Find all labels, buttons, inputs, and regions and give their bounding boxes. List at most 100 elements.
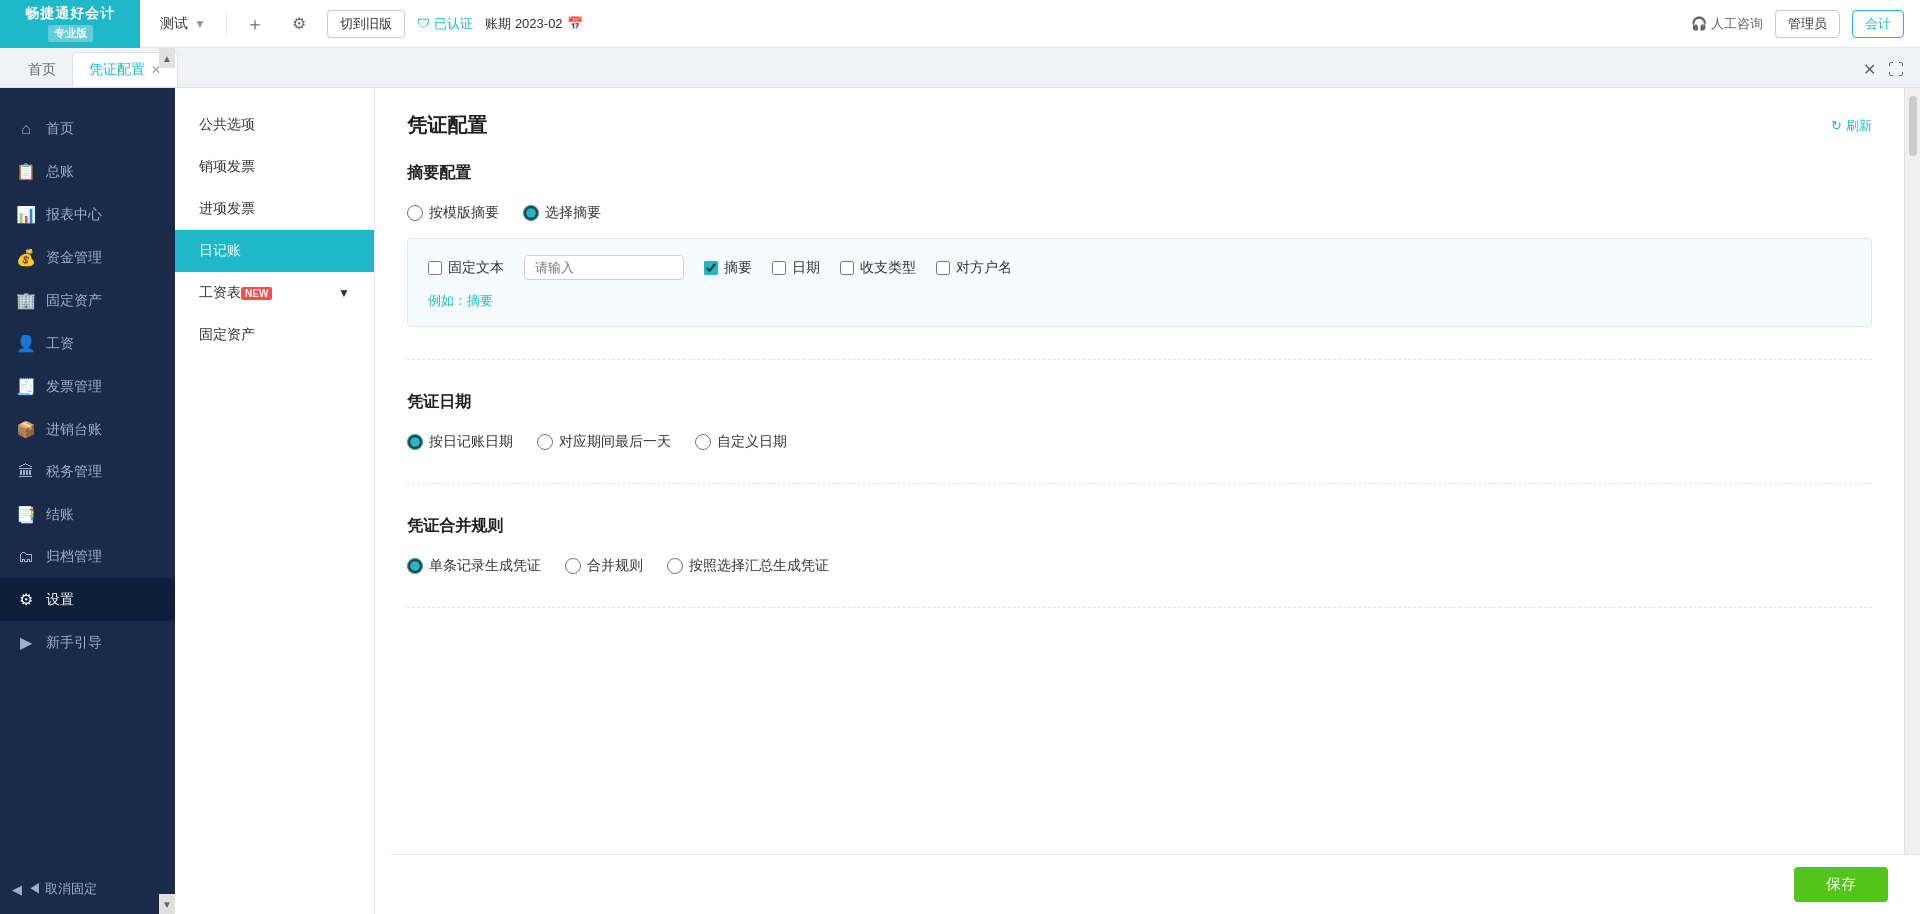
abstract-checkbox[interactable] xyxy=(704,261,718,275)
select-summary-option[interactable]: 按照选择汇总生成凭证 xyxy=(667,557,829,575)
fixed-text-checkbox[interactable] xyxy=(428,261,442,275)
save-button[interactable]: 保存 xyxy=(1794,867,1888,902)
period-last-option[interactable]: 对应期间最后一天 xyxy=(537,433,671,451)
page-container: 公共选项 销项发票 进项发票 日记账 工资表 NEW ▼ 固定资产 凭证 xyxy=(175,88,1920,914)
project-name: 测试 xyxy=(160,15,188,33)
scroll-thumb[interactable] xyxy=(1909,96,1917,156)
left-nav-journal-label: 日记账 xyxy=(199,242,241,258)
left-nav-purchase-invoice-label: 进项发票 xyxy=(199,200,255,216)
close-icon[interactable]: ✕ xyxy=(1859,56,1880,83)
sidebar-item-salary[interactable]: 👤 工资 xyxy=(0,322,175,365)
guide-icon: ▶ xyxy=(16,633,36,652)
abstract-select-option[interactable]: 选择摘要 xyxy=(523,204,601,222)
left-nav-fixed-assets[interactable]: 固定资产 xyxy=(175,314,374,356)
right-scrollbar[interactable] xyxy=(1904,88,1920,914)
sidebar-scroll-down[interactable]: ▼ xyxy=(159,894,175,914)
sidebar-item-invoice[interactable]: 🧾 发票管理 xyxy=(0,365,175,408)
sidebar-item-asset[interactable]: 🏢 固定资产 xyxy=(0,279,175,322)
payment-type-checkbox[interactable] xyxy=(840,261,854,275)
custom-date-option[interactable]: 自定义日期 xyxy=(695,433,787,451)
sidebar-item-ledger[interactable]: 📋 总账 xyxy=(0,150,175,193)
topbar: 畅捷通好会计 专业版 测试 ▼ ＋ ⚙ 切到旧版 🛡 已认证 账期 2023-0… xyxy=(0,0,1920,48)
certified-label: 已认证 xyxy=(434,15,473,33)
switch-version-button[interactable]: 切到旧版 xyxy=(327,10,405,38)
abstract-template-radio[interactable] xyxy=(407,205,423,221)
left-nav-purchase-invoice[interactable]: 进项发票 xyxy=(175,188,374,230)
example-text: 例如：摘要 xyxy=(428,292,1851,310)
tab-voucher-config-label: 凭证配置 xyxy=(89,61,145,79)
merge-section-title: 凭证合并规则 xyxy=(407,516,1872,537)
fixed-text-input[interactable] xyxy=(524,255,684,280)
date-checkbox-item[interactable]: 日期 xyxy=(772,259,820,277)
sidebar-item-report[interactable]: 📊 报表中心 xyxy=(0,193,175,236)
consult-button[interactable]: 🎧 人工咨询 xyxy=(1691,15,1763,33)
sidebar-item-fund[interactable]: 💰 资金管理 xyxy=(0,236,175,279)
sidebar-item-tax-label: 税务管理 xyxy=(46,463,102,481)
sidebar-item-guide[interactable]: ▶ 新手引导 xyxy=(0,621,175,664)
merge-rule-radio[interactable] xyxy=(565,558,581,574)
payment-type-checkbox-label: 收支类型 xyxy=(860,259,916,277)
counterpart-checkbox[interactable] xyxy=(936,261,950,275)
abstract-select-radio[interactable] xyxy=(523,205,539,221)
sidebar-item-home[interactable]: ⌂ 首页 xyxy=(0,108,175,150)
example-prefix: 例如： xyxy=(428,293,467,308)
sidebar-item-ledger-label: 总账 xyxy=(46,163,74,181)
left-nav-sales-invoice[interactable]: 销项发票 xyxy=(175,146,374,188)
single-voucher-radio[interactable] xyxy=(407,558,423,574)
user-button[interactable]: 管理员 xyxy=(1775,10,1840,38)
date-section-title: 凭证日期 xyxy=(407,392,1872,413)
fullscreen-icon[interactable]: ⛶ xyxy=(1884,57,1908,83)
settings-icon[interactable]: ⚙ xyxy=(283,8,315,40)
sidebar-item-settings[interactable]: ⚙ 设置 xyxy=(0,578,175,621)
ledger-icon: 📋 xyxy=(16,162,36,181)
calendar-icon[interactable]: 📅 xyxy=(567,16,583,31)
abstract-template-option[interactable]: 按模版摘要 xyxy=(407,204,499,222)
abstract-section-title: 摘要配置 xyxy=(407,163,1872,184)
add-button[interactable]: ＋ xyxy=(239,8,271,40)
single-voucher-option[interactable]: 单条记录生成凭证 xyxy=(407,557,541,575)
fund-icon: 💰 xyxy=(16,248,36,267)
select-summary-label: 按照选择汇总生成凭证 xyxy=(689,557,829,575)
sidebar-item-archive[interactable]: 🗂 归档管理 xyxy=(0,536,175,578)
abstract-template-label: 按模版摘要 xyxy=(429,204,499,222)
dropdown-icon: ▼ xyxy=(194,17,206,31)
main-layout: ▲ ⌂ 首页 📋 总账 📊 报表中心 💰 资金管理 🏢 固定资产 👤 工资 xyxy=(0,88,1920,914)
period-info: 账期 2023-02 📅 xyxy=(485,15,583,33)
journal-date-option[interactable]: 按日记账日期 xyxy=(407,433,513,451)
merge-rule-option[interactable]: 合并规则 xyxy=(565,557,643,575)
fixed-text-checkbox-item[interactable]: 固定文本 xyxy=(428,259,504,277)
sidebar-item-tax[interactable]: 🏛 税务管理 xyxy=(0,451,175,493)
sidebar-item-salary-label: 工资 xyxy=(46,335,74,353)
report-icon: 📊 xyxy=(16,205,36,224)
period-last-radio[interactable] xyxy=(537,434,553,450)
custom-date-radio[interactable] xyxy=(695,434,711,450)
project-selector[interactable]: 测试 ▼ xyxy=(152,11,214,37)
left-nav-public[interactable]: 公共选项 xyxy=(175,104,374,146)
sidebar-item-settle[interactable]: 📑 结账 xyxy=(0,493,175,536)
shield-icon: 🛡 xyxy=(417,16,430,31)
accountant-button[interactable]: 会计 xyxy=(1852,10,1904,38)
left-nav-payroll[interactable]: 工资表 NEW ▼ xyxy=(175,272,374,314)
left-nav-payroll-label: 工资表 xyxy=(199,284,241,302)
save-area: 保存 xyxy=(391,854,1920,914)
tabbar: 首页 凭证配置 ✕ ✕ ⛶ xyxy=(0,48,1920,88)
custom-date-label: 自定义日期 xyxy=(717,433,787,451)
abstract-checkbox-item[interactable]: 摘要 xyxy=(704,259,752,277)
counterpart-checkbox-item[interactable]: 对方户名 xyxy=(936,259,1012,277)
refresh-button[interactable]: ↻ 刷新 xyxy=(1831,117,1872,135)
date-checkbox[interactable] xyxy=(772,261,786,275)
sidebar-item-settings-label: 设置 xyxy=(46,591,74,609)
payment-type-checkbox-item[interactable]: 收支类型 xyxy=(840,259,916,277)
select-summary-radio[interactable] xyxy=(667,558,683,574)
sales-icon: 📦 xyxy=(16,420,36,439)
sidebar-item-archive-label: 归档管理 xyxy=(46,548,102,566)
sidebar-item-sales[interactable]: 📦 进销台账 xyxy=(0,408,175,451)
headset-icon: 🎧 xyxy=(1691,16,1707,31)
left-nav-journal[interactable]: 日记账 xyxy=(175,230,374,272)
logo-title: 畅捷通好会计 xyxy=(25,5,115,23)
cancel-fixed-button[interactable]: ◀ ◀ 取消固定 xyxy=(8,872,175,906)
tab-home[interactable]: 首页 xyxy=(12,53,72,87)
tax-icon: 🏛 xyxy=(16,463,36,481)
journal-date-radio[interactable] xyxy=(407,434,423,450)
period-value: 2023-02 xyxy=(515,16,563,31)
